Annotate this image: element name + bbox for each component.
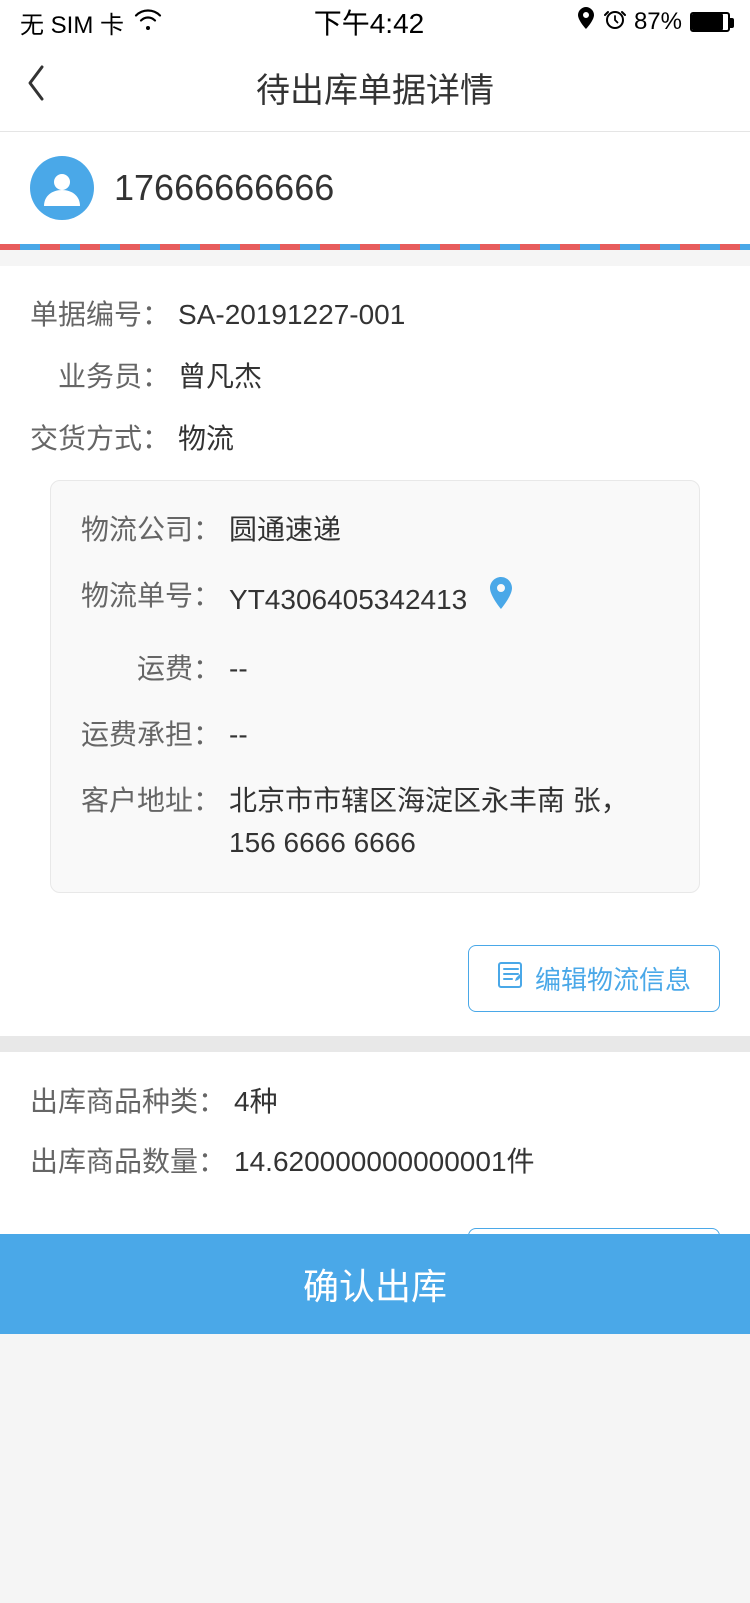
edit-button-row: 编辑物流信息: [0, 921, 750, 1036]
phone-header: 17666666666: [0, 132, 750, 244]
back-button[interactable]: [24, 63, 48, 112]
agent-row: 业务员： 曾凡杰: [30, 356, 720, 398]
empty-space: [0, 1323, 750, 1503]
battery-label: 87%: [634, 8, 682, 36]
agent-label: 业务员：: [30, 356, 170, 398]
logistics-company-label: 物流公司：: [81, 509, 221, 551]
edit-logistics-label: 编辑物流信息: [535, 960, 691, 997]
delivery-value: 物流: [178, 418, 720, 460]
order-number-value: SA-20191227-001: [178, 294, 720, 336]
tracking-value: YT4306405342413: [229, 575, 669, 624]
status-bar-right: 87%: [576, 7, 730, 38]
edit-logistics-button[interactable]: 编辑物流信息: [468, 945, 720, 1012]
stock-section: 出库商品种类： 4种 出库商品数量： 14.620000000000001件: [0, 1052, 750, 1208]
agent-value: 曾凡杰: [178, 356, 720, 398]
address-row: 客户地址： 北京市市辖区海淀区永丰南 张，156 6666 6666: [81, 780, 669, 864]
stock-types-label: 出库商品种类：: [30, 1080, 226, 1120]
confirm-button-bar[interactable]: 确认出库: [0, 1234, 750, 1334]
freight-row: 运费： --: [81, 648, 669, 690]
address-label: 客户地址：: [81, 780, 221, 822]
logistics-company-row: 物流公司： 圆通速递: [81, 509, 669, 551]
battery-icon: [690, 12, 730, 32]
status-bar-left: 无 SIM 卡: [20, 5, 162, 40]
tracking-row: 物流单号： YT4306405342413: [81, 575, 669, 624]
status-bar-time: 下午4:42: [314, 2, 425, 42]
order-number-label: 单据编号：: [30, 294, 170, 336]
logistics-section: 物流公司： 圆通速递 物流单号： YT4306405342413 运费： --: [50, 480, 700, 893]
tracking-label: 物流单号：: [81, 575, 221, 617]
address-value: 北京市市辖区海淀区永丰南 张，156 6666 6666: [229, 780, 669, 864]
nav-bar: 待出库单据详情: [0, 44, 750, 132]
order-info-section: 单据编号： SA-20191227-001 业务员： 曾凡杰 交货方式： 物流 …: [0, 266, 750, 921]
section-divider: [0, 1036, 750, 1052]
tracking-location-icon[interactable]: [483, 575, 519, 624]
delivery-row: 交货方式： 物流: [30, 418, 720, 460]
freight-label: 运费：: [81, 648, 221, 690]
location-status-icon: [576, 7, 596, 38]
stock-quantity-row: 出库商品数量： 14.620000000000001件: [30, 1140, 720, 1180]
edit-icon: [497, 961, 525, 996]
freight-bearer-row: 运费承担： --: [81, 714, 669, 756]
wifi-icon: [134, 8, 162, 37]
dashed-separator: [0, 244, 750, 250]
freight-bearer-label: 运费承担：: [81, 714, 221, 756]
stock-types-row: 出库商品种类： 4种: [30, 1080, 720, 1120]
status-bar: 无 SIM 卡 下午4:42: [0, 0, 750, 44]
stock-quantity-label: 出库商品数量：: [30, 1140, 226, 1180]
stock-types-value: 4种: [234, 1080, 278, 1120]
carrier-label: 无 SIM 卡: [20, 5, 124, 40]
stock-quantity-value: 14.620000000000001件: [234, 1140, 535, 1180]
page-title: 待出库单据详情: [256, 63, 494, 112]
alarm-icon: [604, 8, 626, 37]
delivery-label: 交货方式：: [30, 418, 170, 460]
customer-phone: 17666666666: [114, 167, 334, 209]
confirm-button-label: 确认出库: [303, 1258, 447, 1310]
freight-value: --: [229, 648, 669, 690]
logistics-company-value: 圆通速递: [229, 509, 669, 551]
avatar: [30, 156, 94, 220]
order-number-row: 单据编号： SA-20191227-001: [30, 294, 720, 336]
freight-bearer-value: --: [229, 714, 669, 756]
